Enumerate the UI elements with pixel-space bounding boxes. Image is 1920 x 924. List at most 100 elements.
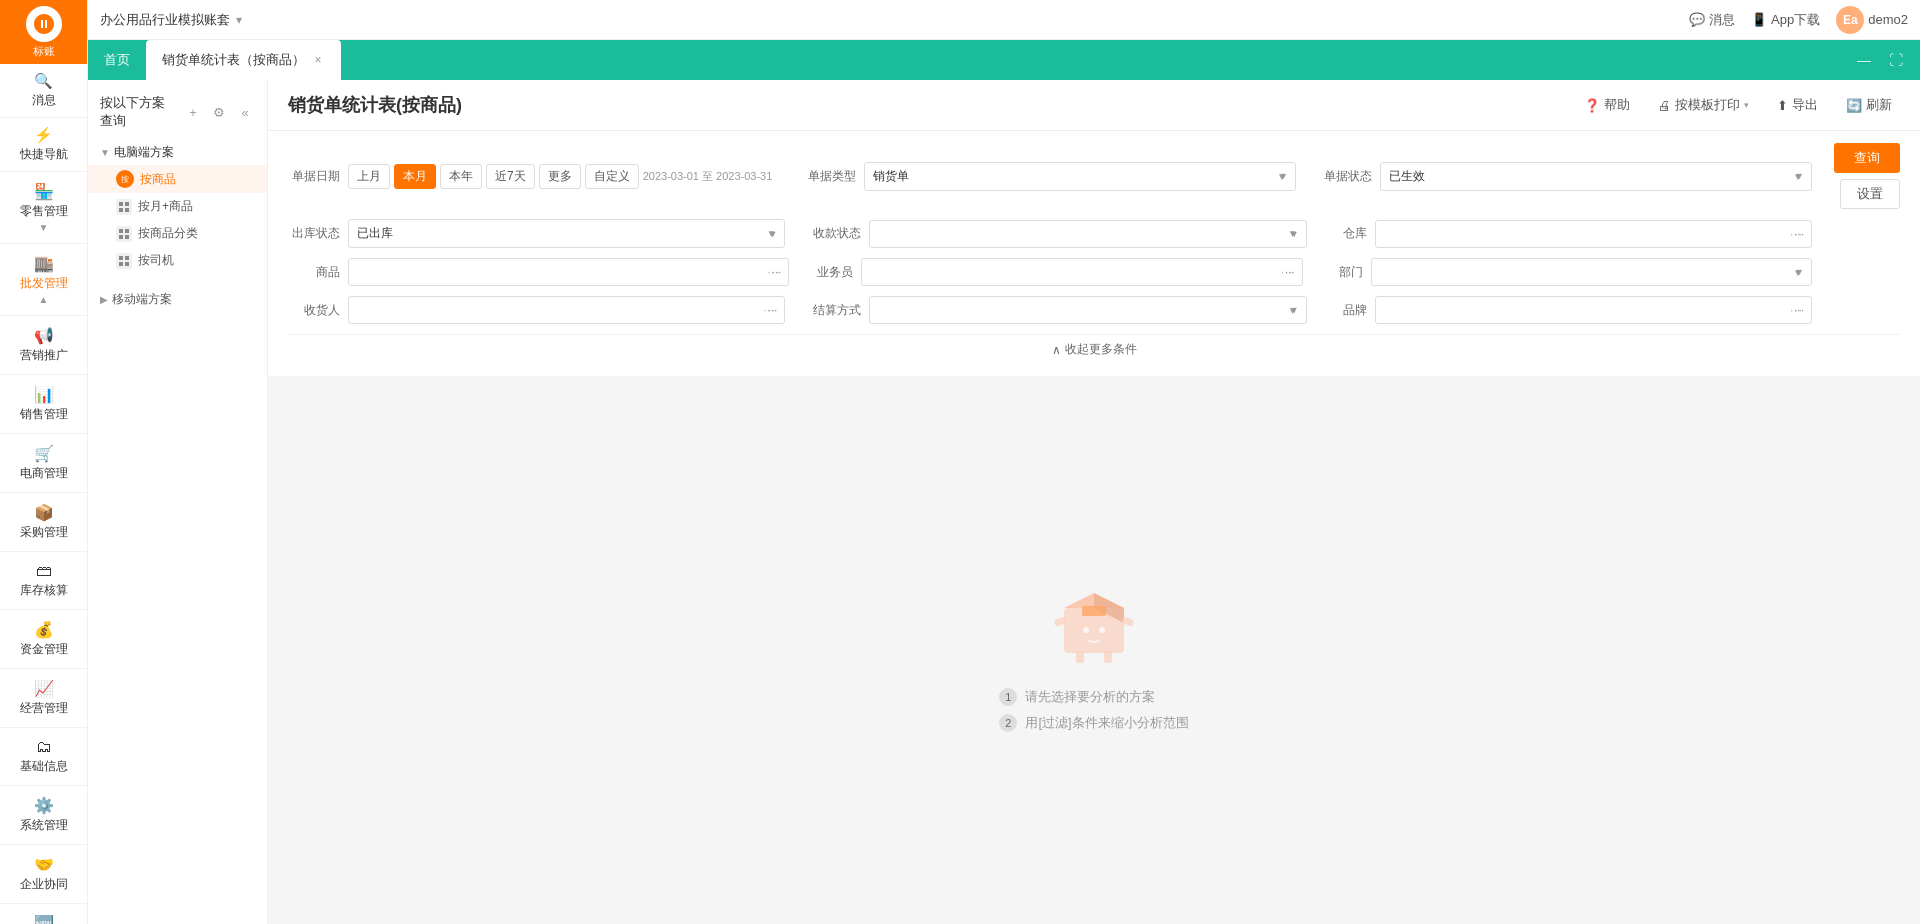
svg-point-17 <box>1099 627 1105 633</box>
doc-type-label: 单据类型 <box>788 168 856 185</box>
tab-home[interactable]: 首页 <box>88 40 146 80</box>
salesperson-input[interactable]: ··· <box>861 258 1302 286</box>
action-buttons: 查询 设置 <box>1820 143 1900 209</box>
sidebar-item-wholesale[interactable]: 🏬 批发管理 ▲ <box>0 244 87 316</box>
empty-tip-1-text: 请先选择要分析的方案 <box>1025 688 1155 706</box>
payment-method-select[interactable]: ▼ <box>869 296 1306 324</box>
scheme-icon-product: 按 <box>116 170 134 188</box>
title-dropdown-icon[interactable]: ▾ <box>236 13 242 27</box>
date-week-btn[interactable]: 近7天 <box>486 164 535 189</box>
system-label: 系统管理 <box>20 817 68 834</box>
sidebar-item-retail[interactable]: 🏪 零售管理 ▼ <box>0 172 87 244</box>
sidebar-item-sales[interactable]: 📊 销售管理 <box>0 375 87 434</box>
tab-home-label: 首页 <box>104 51 130 69</box>
doc-status-select[interactable]: 已生效 ▼ <box>1380 162 1812 191</box>
mobile-scheme-group: ▶ 移动端方案 <box>88 282 267 317</box>
finance-icon: 💰 <box>34 620 54 639</box>
finance-label: 资金管理 <box>20 641 68 658</box>
sidebar-shortcut[interactable]: ⚡ 快捷导航 <box>0 118 87 172</box>
sidebar-item-operation[interactable]: 📈 经营管理 <box>0 669 87 728</box>
svg-rect-2 <box>119 208 123 212</box>
sidebar-item-finance[interactable]: 💰 资金管理 <box>0 610 87 669</box>
scheme-item-by-month[interactable]: 按月+商品 <box>88 193 267 220</box>
collapse-label: 收起更多条件 <box>1065 341 1137 358</box>
sidebar-item-inventory[interactable]: 🗃 库存核算 <box>0 552 87 610</box>
doc-type-select[interactable]: 销货单 ▼ <box>864 162 1296 191</box>
export-label: 导出 <box>1792 96 1818 114</box>
ecommerce-icon: 🛒 <box>34 444 54 463</box>
svg-rect-15 <box>1082 606 1106 616</box>
product-dots: ··· <box>767 265 780 279</box>
sidebar-item-system[interactable]: ⚙️ 系统管理 <box>0 786 87 845</box>
print-icon: 🖨 <box>1658 98 1671 113</box>
print-btn[interactable]: 🖨 按模板打印 ▾ <box>1650 92 1757 118</box>
sidebar-item-purchase[interactable]: 📦 采购管理 <box>0 493 87 552</box>
user-info[interactable]: Ea demo2 <box>1836 6 1908 34</box>
dept-arrow: ▼ <box>1793 267 1803 278</box>
collapse-panel-btn[interactable]: « <box>235 102 255 122</box>
brand-input[interactable]: ··· <box>1375 296 1812 324</box>
tab-close-icon[interactable]: × <box>311 53 325 67</box>
desktop-group-title[interactable]: ▼ 电脑端方案 <box>88 140 267 165</box>
sidebar-item-basics[interactable]: 🗂 基础信息 <box>0 728 87 786</box>
date-range-text: 2023-03-01 至 2023-03-31 <box>643 169 773 184</box>
export-btn[interactable]: ⬆ 导出 <box>1769 92 1826 118</box>
scheme-item-by-product[interactable]: 按 按商品 <box>88 165 267 193</box>
scheme-label-category: 按商品分类 <box>138 225 198 242</box>
date-more-btn[interactable]: 更多 <box>539 164 581 189</box>
tabbar-actions: — ⛶ <box>1852 48 1920 72</box>
scheme-item-by-sku[interactable]: 按司机 <box>88 247 267 274</box>
sidebar-item-newuser[interactable]: 🆕 新手引导 <box>0 904 87 924</box>
date-custom-btn[interactable]: 自定义 <box>585 164 639 189</box>
sidebar-item-ecommerce[interactable]: 🛒 电商管理 <box>0 434 87 493</box>
sidebar-item-enterprise[interactable]: 🤝 企业协同 <box>0 845 87 904</box>
page-header: 销货单统计表(按商品) ❓ 帮助 🖨 按模板打印 ▾ ⬆ <box>268 80 1920 131</box>
scheme-item-by-category[interactable]: 按商品分类 <box>88 220 267 247</box>
app-download-btn[interactable]: 📱 App下载 <box>1751 11 1820 29</box>
collapse-btn[interactable]: ∧ 收起更多条件 <box>288 334 1900 364</box>
query-button[interactable]: 查询 <box>1834 143 1900 173</box>
tab-maximize-btn[interactable]: ⛶ <box>1884 48 1908 72</box>
retail-arrow: ▼ <box>39 222 49 233</box>
sales-label: 销售管理 <box>20 406 68 423</box>
product-input[interactable]: ··· <box>348 258 789 286</box>
enterprise-icon: 🤝 <box>34 855 54 874</box>
refresh-btn[interactable]: 🔄 刷新 <box>1838 92 1900 118</box>
date-curr-btn[interactable]: 本月 <box>394 164 436 189</box>
warehouse-input[interactable]: ··· <box>1375 220 1812 248</box>
empty-tip-2: 2 用[过滤]条件来缩小分析范围 <box>999 714 1188 732</box>
sidebar-item-marketing[interactable]: 📢 营销推广 <box>0 316 87 375</box>
pay-status-select[interactable]: ▼ <box>869 220 1306 248</box>
logo-text: 标账 <box>33 44 55 59</box>
warehouse-label: 仓库 <box>1315 225 1367 242</box>
print-label: 按模板打印 <box>1675 96 1740 114</box>
retail-icon: 🏪 <box>34 182 54 201</box>
date-year-btn[interactable]: 本年 <box>440 164 482 189</box>
pay-status-label: 收款状态 <box>793 225 861 242</box>
add-scheme-btn[interactable]: + <box>183 102 203 122</box>
tab-active[interactable]: 销货单统计表（按商品） × <box>146 40 341 80</box>
warehouse-wrapper: ··· <box>1375 220 1812 248</box>
svg-rect-1 <box>125 202 129 206</box>
tip-number-2: 2 <box>999 714 1017 732</box>
scheme-icon-category <box>116 226 132 242</box>
svg-rect-10 <box>119 262 123 266</box>
message-btn[interactable]: 💬 消息 <box>1689 11 1735 29</box>
dept-select[interactable]: ▼ <box>1371 258 1812 286</box>
mobile-group-title[interactable]: ▶ 移动端方案 <box>88 286 267 313</box>
receiver-dots: ··· <box>763 303 776 317</box>
sidebar-search[interactable]: 🔍 消息 <box>0 64 87 118</box>
date-prev-btn[interactable]: 上月 <box>348 164 390 189</box>
settings-button[interactable]: 设置 <box>1840 179 1900 209</box>
company-title: 办公用品行业模拟账套 <box>100 11 230 29</box>
scheme-label-month: 按月+商品 <box>138 198 193 215</box>
topbar-right: 💬 消息 📱 App下载 Ea demo2 <box>1689 6 1908 34</box>
receiver-input[interactable]: ··· <box>348 296 785 324</box>
tab-minimize-btn[interactable]: — <box>1852 48 1876 72</box>
ecommerce-label: 电商管理 <box>20 465 68 482</box>
out-status-select[interactable]: 已出库 ▼ <box>348 219 785 248</box>
svg-rect-6 <box>119 235 123 239</box>
page-header-top: 销货单统计表(按商品) ❓ 帮助 🖨 按模板打印 ▾ ⬆ <box>288 92 1900 118</box>
edit-scheme-btn[interactable]: ⚙ <box>209 102 229 122</box>
help-btn[interactable]: ❓ 帮助 <box>1576 92 1638 118</box>
